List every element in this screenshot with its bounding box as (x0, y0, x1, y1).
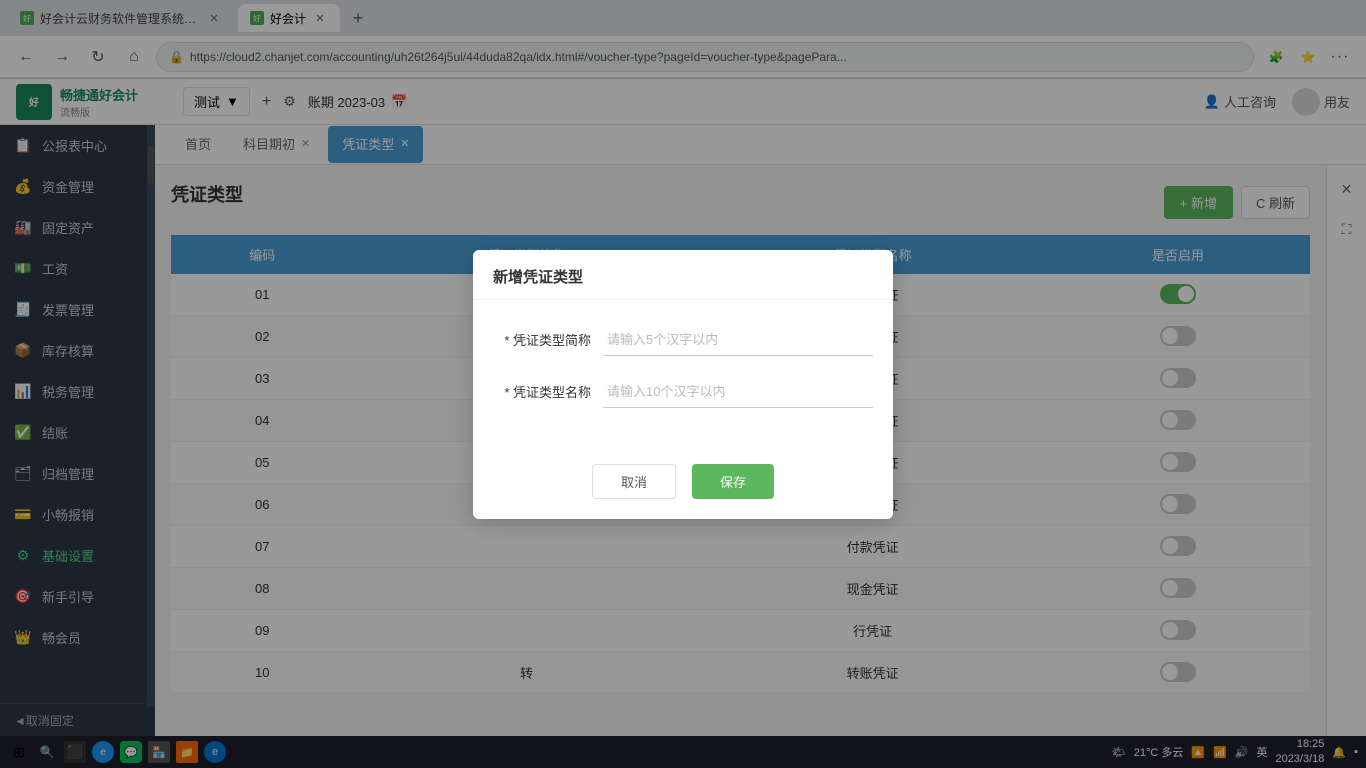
new-voucher-modal: 新增凭证类型 * 凭证类型简称 * 凭证类型名称 取消 保存 (473, 250, 893, 519)
fullname-label: * 凭证类型名称 (493, 382, 603, 401)
modal-overlay: 新增凭证类型 * 凭证类型简称 * 凭证类型名称 取消 保存 (0, 0, 1366, 768)
cancel-button[interactable]: 取消 (592, 464, 676, 499)
modal-title: 新增凭证类型 (473, 250, 893, 300)
save-button[interactable]: 保存 (692, 464, 774, 499)
shortname-input[interactable] (603, 324, 873, 356)
shortname-label: * 凭证类型简称 (493, 330, 603, 349)
fullname-input[interactable] (603, 376, 873, 408)
